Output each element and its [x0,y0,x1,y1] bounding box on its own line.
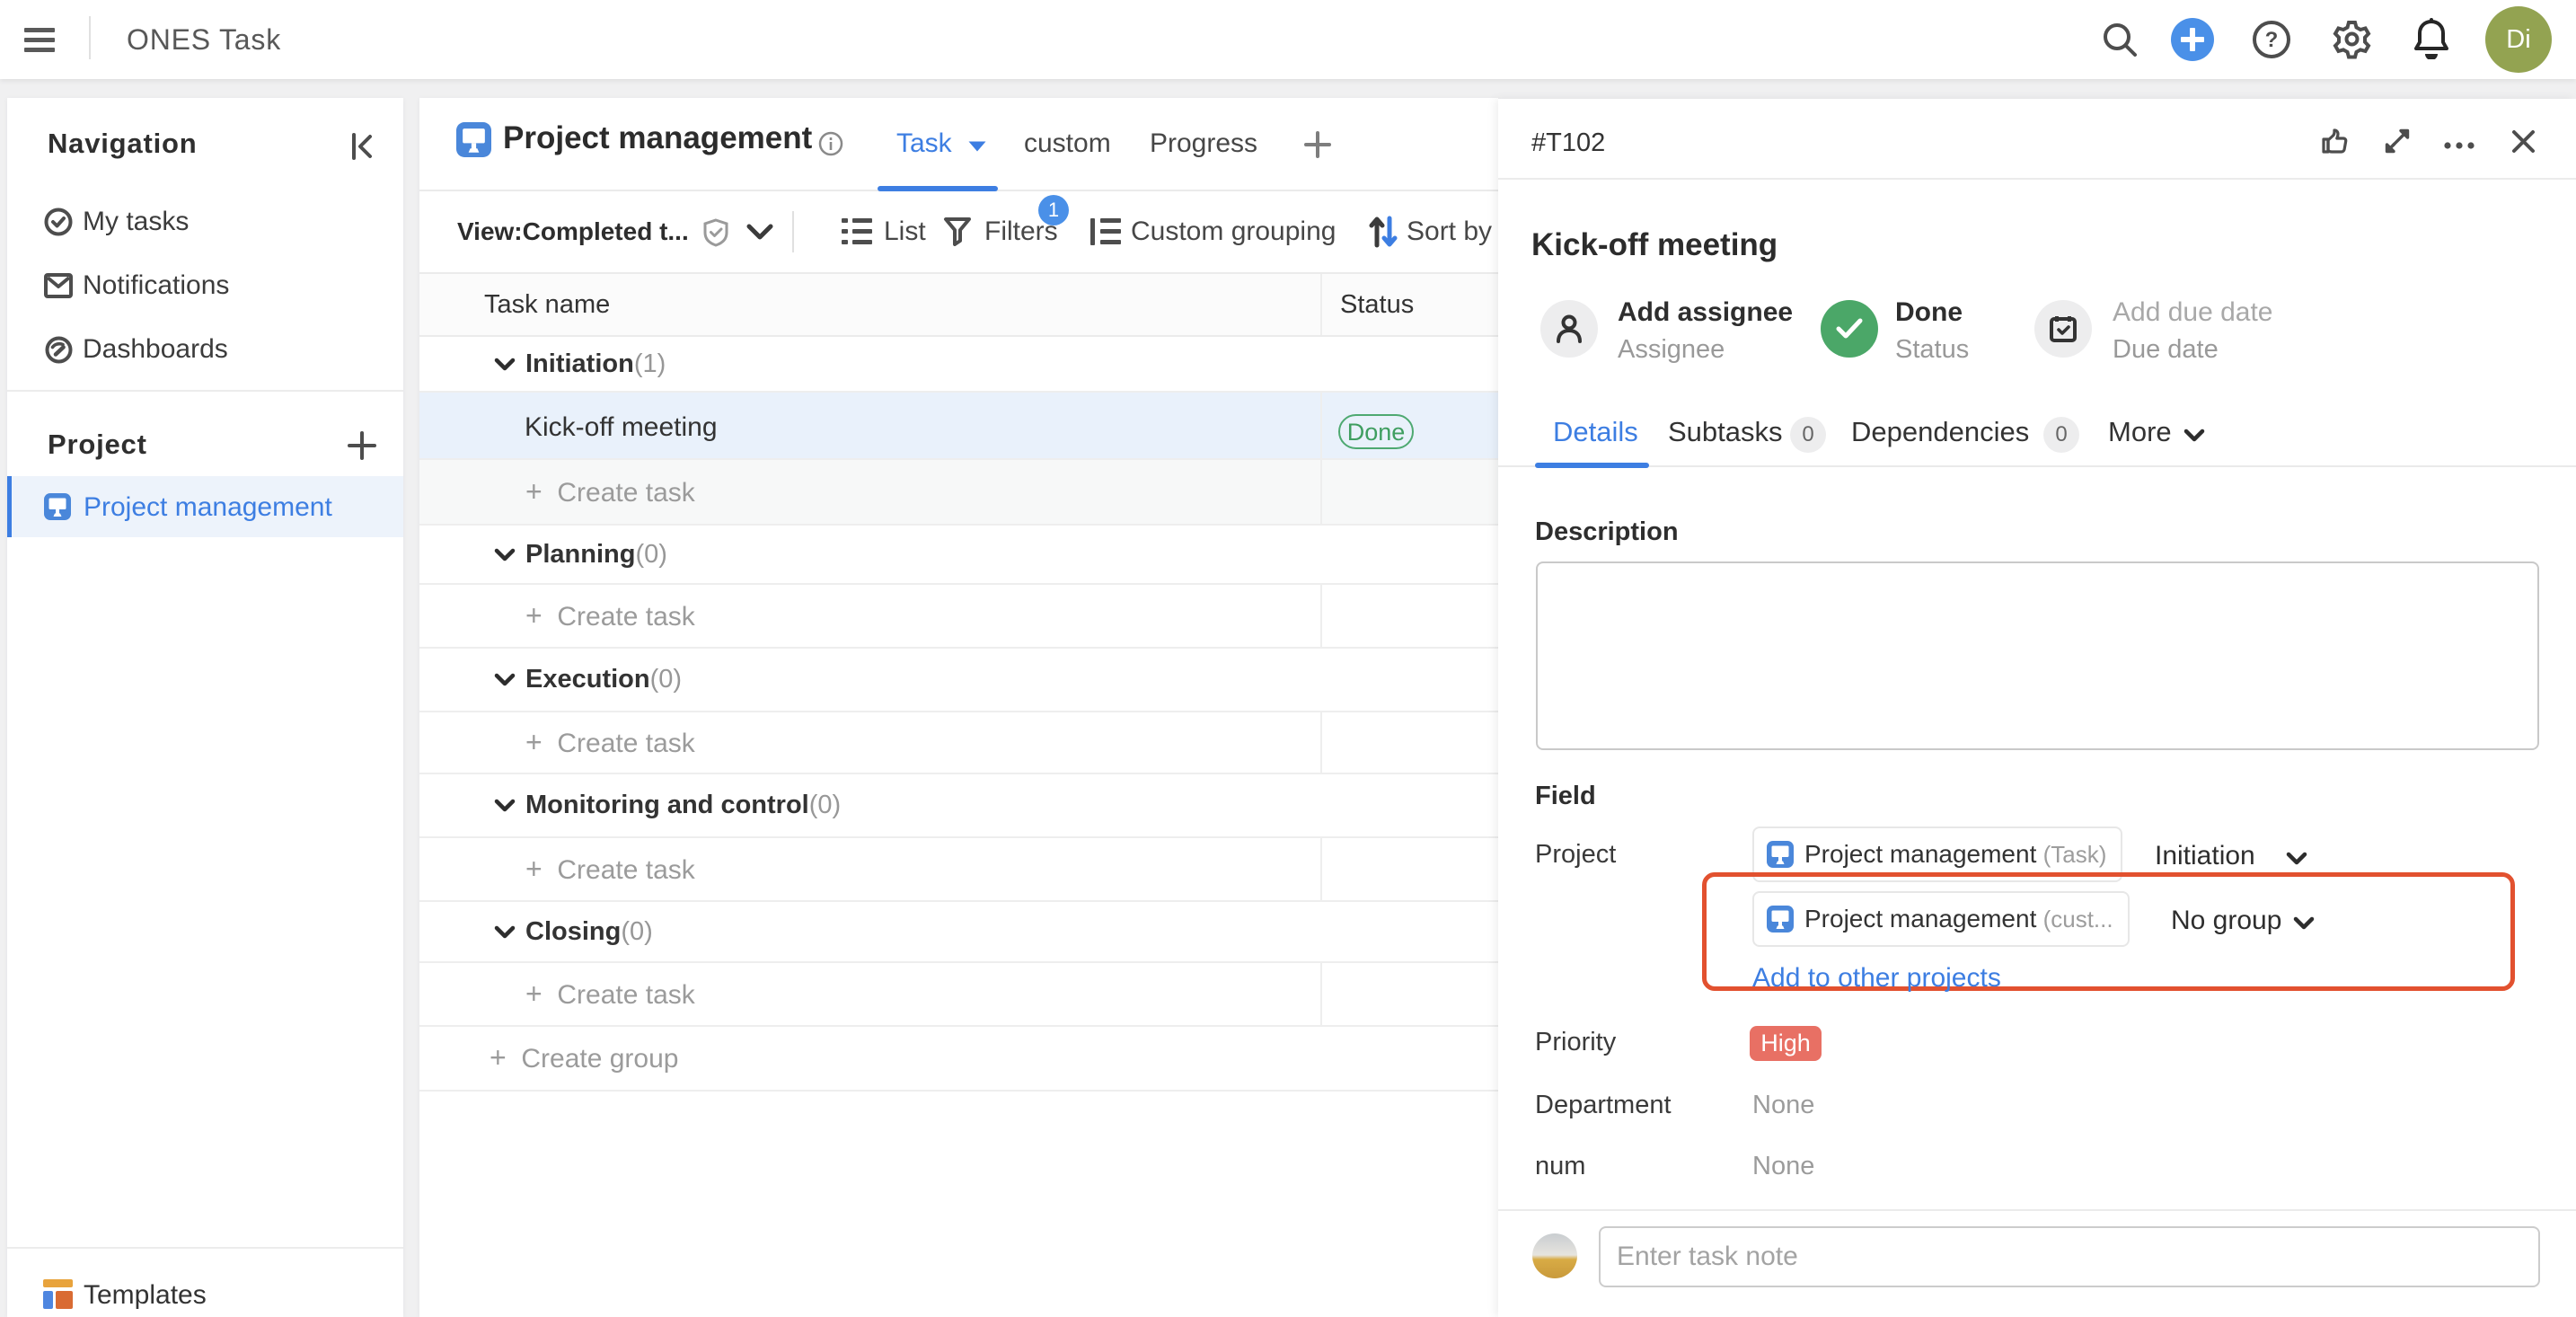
svg-text:?: ? [2265,28,2279,52]
